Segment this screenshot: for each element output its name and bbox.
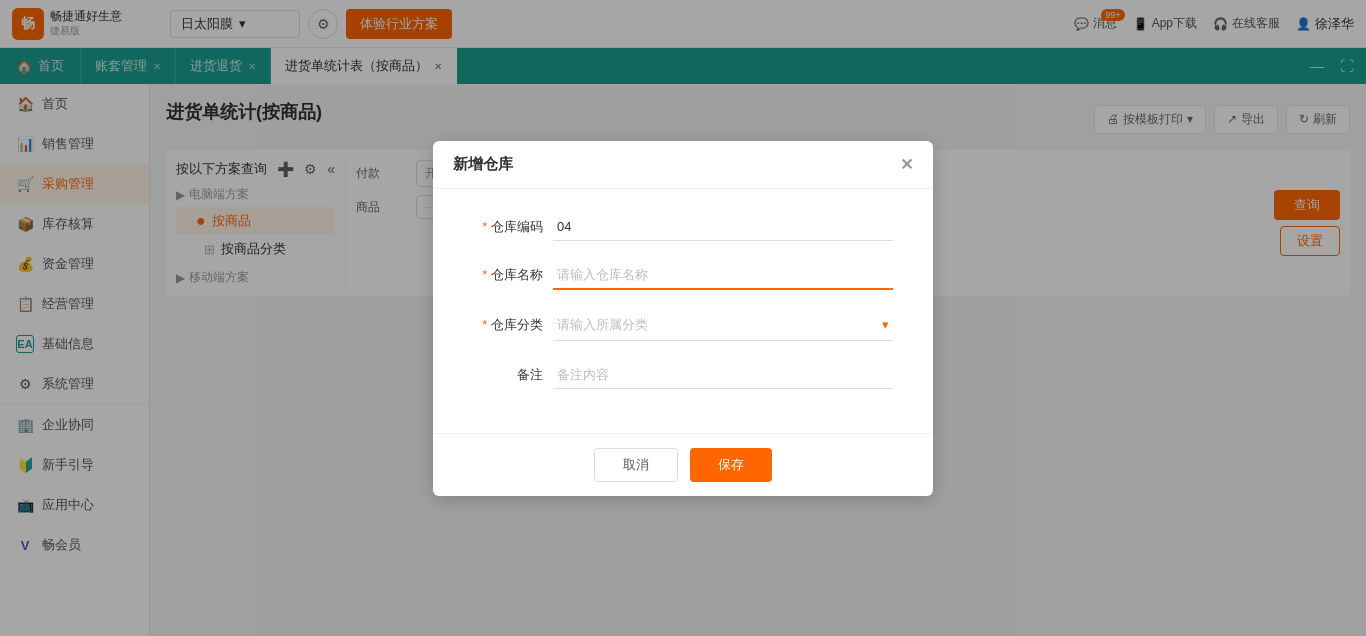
category-label: 仓库分类	[473, 316, 543, 334]
modal-close-button[interactable]: ✕	[900, 155, 913, 174]
modal-title: 新增仓库	[453, 155, 513, 174]
form-row-note: 备注	[473, 361, 893, 389]
form-row-name: 仓库名称	[473, 261, 893, 290]
name-label: 仓库名称	[473, 266, 543, 284]
chevron-down-icon: ▾	[882, 317, 889, 332]
category-select[interactable]: 请输入所属分类 ▾	[553, 310, 893, 341]
modal-body: 仓库编码 仓库名称 仓库分类 请输入所属分类 ▾ 备注	[433, 189, 933, 433]
save-button[interactable]: 保存	[690, 448, 772, 482]
form-row-category: 仓库分类 请输入所属分类 ▾	[473, 310, 893, 341]
code-label: 仓库编码	[473, 218, 543, 236]
modal-overlay: 新增仓库 ✕ 仓库编码 仓库名称 仓库分类 请输入所属分类 ▾ 备注	[0, 0, 1366, 636]
code-input[interactable]	[553, 213, 893, 241]
note-input[interactable]	[553, 361, 893, 389]
add-warehouse-modal: 新增仓库 ✕ 仓库编码 仓库名称 仓库分类 请输入所属分类 ▾ 备注	[433, 141, 933, 496]
form-row-code: 仓库编码	[473, 213, 893, 241]
note-label: 备注	[473, 366, 543, 384]
modal-footer: 取消 保存	[433, 433, 933, 496]
modal-header: 新增仓库 ✕	[433, 141, 933, 189]
cancel-button[interactable]: 取消	[594, 448, 678, 482]
name-input[interactable]	[553, 261, 893, 290]
category-placeholder: 请输入所属分类	[557, 316, 648, 334]
